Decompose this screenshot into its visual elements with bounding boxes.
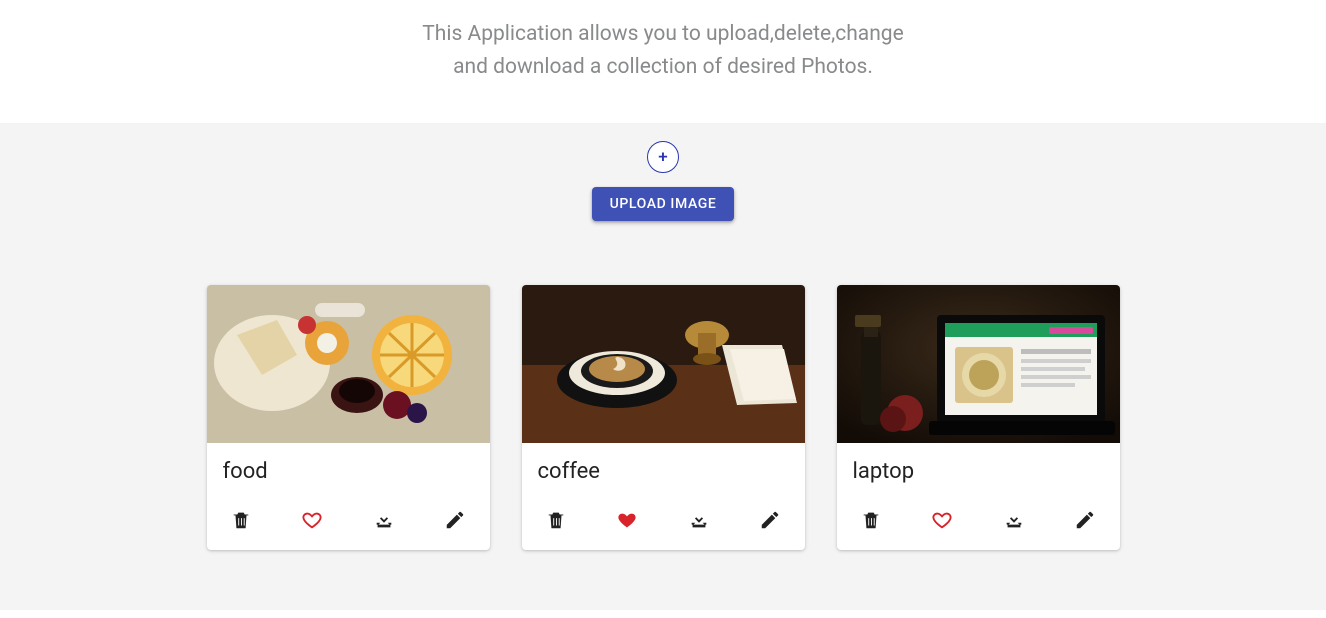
heart-icon [931,509,953,531]
main-area: + UPLOAD IMAGE [0,123,1326,610]
card-image [207,285,490,443]
app-description: This Application allows you to upload,de… [0,0,1326,123]
card-actions [207,494,490,550]
download-button[interactable] [1002,508,1026,532]
photo-card: laptop [837,285,1120,550]
delete-button[interactable] [229,508,253,532]
card-image [837,285,1120,443]
trash-icon [230,509,252,531]
download-icon [688,509,710,531]
download-icon [373,509,395,531]
heart-icon [301,509,323,531]
add-image-button[interactable]: + [647,141,679,173]
card-title: laptop [837,443,1120,494]
pencil-icon [444,509,466,531]
download-button[interactable] [687,508,711,532]
favorite-button[interactable] [930,508,954,532]
edit-button[interactable] [443,508,467,532]
delete-button[interactable] [859,508,883,532]
upload-zone: + UPLOAD IMAGE [0,123,1326,221]
pencil-icon [759,509,781,531]
edit-button[interactable] [1073,508,1097,532]
card-title: food [207,443,490,494]
download-icon [1003,509,1025,531]
heart-icon [616,509,638,531]
trash-icon [860,509,882,531]
trash-icon [545,509,567,531]
plus-icon: + [658,147,667,167]
card-actions [837,494,1120,550]
pencil-icon [1074,509,1096,531]
edit-button[interactable] [758,508,782,532]
upload-button-label: UPLOAD IMAGE [610,196,717,212]
favorite-button[interactable] [300,508,324,532]
photo-gallery: food [0,285,1326,550]
card-image [522,285,805,443]
delete-button[interactable] [544,508,568,532]
intro-line-1: This Application allows you to upload,de… [422,22,903,46]
photo-card: coffee [522,285,805,550]
photo-card: food [207,285,490,550]
download-button[interactable] [372,508,396,532]
card-title: coffee [522,443,805,494]
favorite-button[interactable] [615,508,639,532]
card-actions [522,494,805,550]
intro-line-2: and download a collection of desired Pho… [453,55,873,79]
upload-image-button[interactable]: UPLOAD IMAGE [592,187,735,221]
